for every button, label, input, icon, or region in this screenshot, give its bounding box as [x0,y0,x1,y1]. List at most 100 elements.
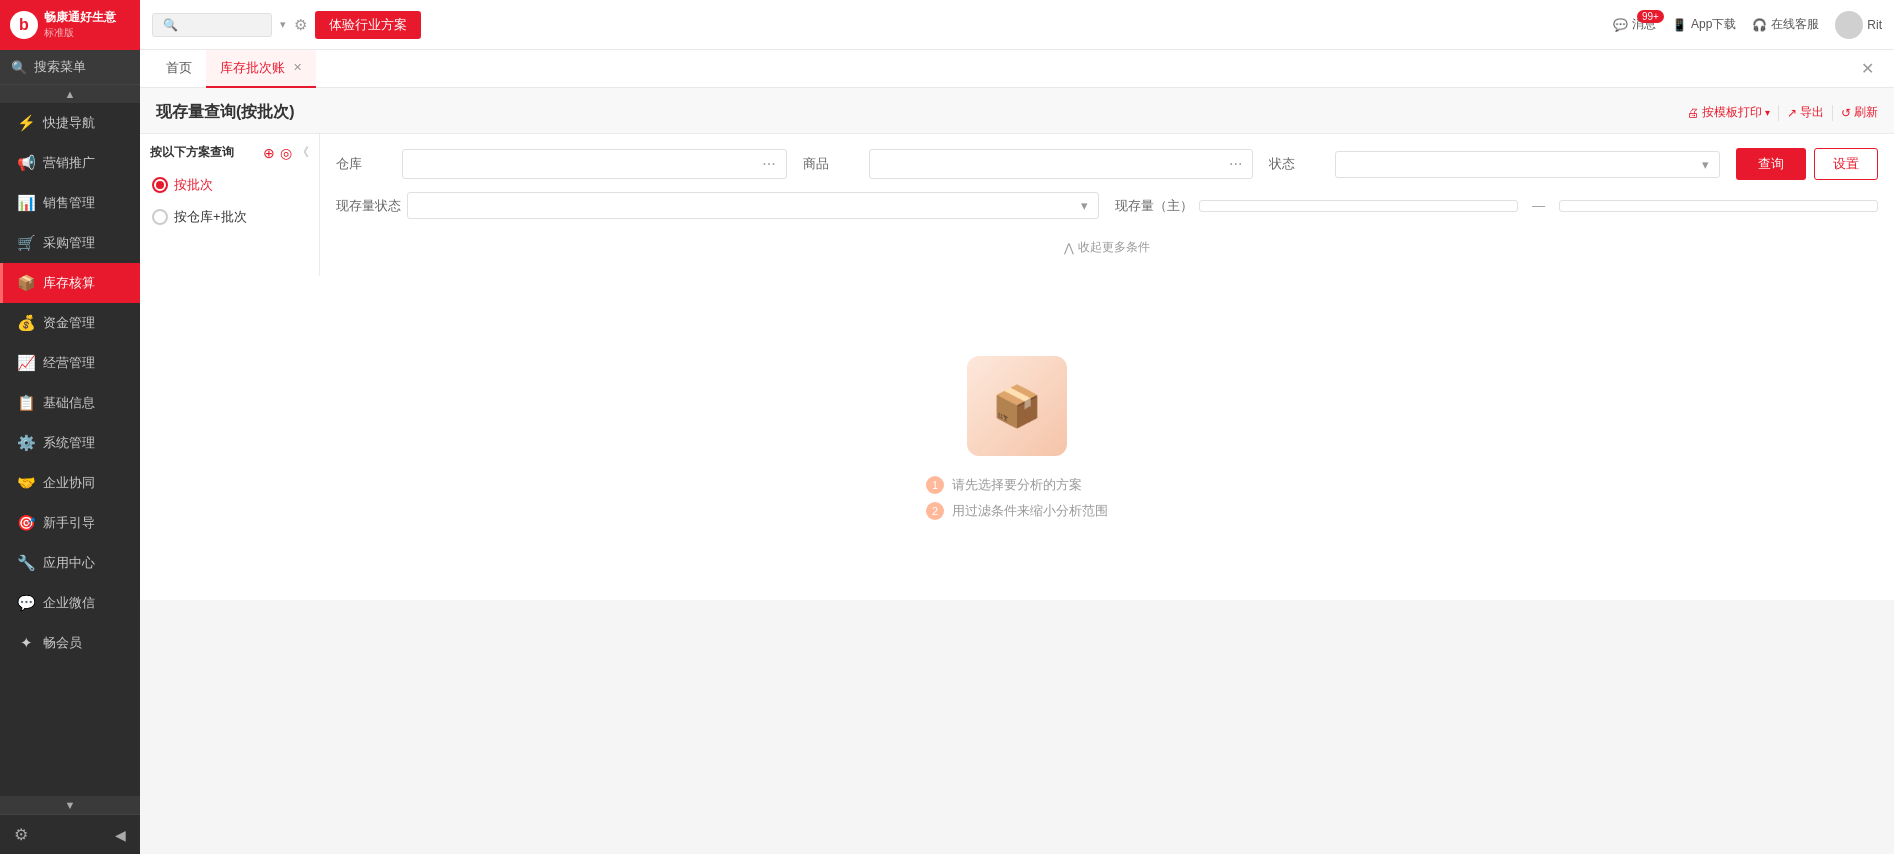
collapse-icon[interactable]: ◀ [115,827,126,843]
tip-text-1: 请先选择要分析的方案 [952,476,1082,494]
sidebar-item-newbie[interactable]: 🎯 新手引导 [0,503,140,543]
scheme-settings-icon[interactable]: ◎ [280,145,292,161]
scheme-item-by-batch[interactable]: 按批次 [140,169,319,201]
avatar [1835,11,1863,39]
tab-inventory-batch-label: 库存批次账 [220,59,285,77]
page-content: 现存量查询(按批次) 🖨 按模板打印 ▾ ↗ 导出 ↺ 刷 [140,88,1894,854]
sidebar-item-marketing[interactable]: 📢 营销推广 [0,143,140,183]
app-center-label: 应用中心 [43,554,95,572]
sidebar: b 畅康通好生意 标准版 🔍 搜索菜单 ▲ ⚡ 快捷导航 📢 营销推广 📊 销售… [0,0,140,854]
sidebar-item-app-center[interactable]: 🔧 应用中心 [0,543,140,583]
sidebar-item-basic-info[interactable]: 📋 基础信息 [0,383,140,423]
sidebar-nav: ⚡ 快捷导航 📢 营销推广 📊 销售管理 🛒 采购管理 📦 库存核算 💰 资金管… [0,103,140,796]
marketing-icon: 📢 [17,154,35,172]
scheme-panel-header: 按以下方案查询 ⊕ ◎ 《 [140,144,319,169]
sidebar-item-inventory[interactable]: 📦 库存核算 [0,263,140,303]
operations-icon: 📈 [17,354,35,372]
app-download-button[interactable]: 📱 App下载 [1672,16,1736,33]
sidebar-item-finance[interactable]: 💰 资金管理 [0,303,140,343]
collapse-more-button[interactable]: ⋀ 收起更多条件 [336,231,1878,262]
tip-num-1: 1 [926,476,944,494]
settings-button[interactable]: 设置 [1814,148,1878,180]
user-avatar-button[interactable]: Rit [1835,11,1882,39]
warehouse-dots[interactable]: ··· [762,155,775,173]
sidebar-item-purchase[interactable]: 🛒 采购管理 [0,223,140,263]
scheme-collapse-icon[interactable]: 《 [297,144,309,161]
scheme-item-by-warehouse-batch[interactable]: 按仓库+批次 [140,201,319,233]
scheme-panel: 按以下方案查询 ⊕ ◎ 《 按批次 按仓库+批次 [140,134,320,276]
page-actions: 🖨 按模板打印 ▾ ↗ 导出 ↺ 刷新 [1687,104,1878,121]
purchase-icon: 🛒 [17,234,35,252]
tab-home[interactable]: 首页 [152,50,206,88]
sales-label: 销售管理 [43,194,95,212]
stock-qty-label: 现存量（主） [1115,197,1193,215]
sales-icon: 📊 [17,194,35,212]
goods-dots[interactable]: ··· [1229,155,1242,173]
goods-input[interactable]: ··· [869,149,1254,179]
scroll-up-button[interactable]: ▲ [0,85,140,103]
search-menu-item[interactable]: 🔍 搜索菜单 [0,50,140,85]
stock-qty-to[interactable] [1559,200,1878,212]
quick-nav-icon: ⚡ [17,114,35,132]
sidebar-item-system[interactable]: ⚙️ 系统管理 [0,423,140,463]
sidebar-item-enterprise-wechat[interactable]: 💬 企业微信 [0,583,140,623]
stock-status-label: 现存量状态 [336,197,401,215]
tab-close-panel-icon[interactable]: ✕ [1853,59,1882,78]
empty-state: 📦 1 请先选择要分析的方案 2 用过滤条件来缩小分析范围 [140,276,1894,600]
search-menu-label: 搜索菜单 [34,58,86,76]
experience-button[interactable]: 体验行业方案 [315,11,421,39]
scheme-add-icon[interactable]: ⊕ [263,145,275,161]
filter-actions: 查询 设置 [1736,148,1878,180]
sidebar-item-vip[interactable]: ✦ 畅会员 [0,623,140,663]
main-area: 🔍 ▾ ⚙ 体验行业方案 💬 消息 99+ 📱 App下载 🎧 在线客服 Rit [140,0,1894,854]
status-label: 状态 [1269,155,1329,173]
goods-field: 商品 ··· [803,149,1254,179]
vip-label: 畅会员 [43,634,82,652]
edition-label: 标准版 [44,26,116,40]
empty-tip-1: 1 请先选择要分析的方案 [926,476,1108,494]
enterprise-label: 企业协同 [43,474,95,492]
sidebar-item-enterprise[interactable]: 🤝 企业协同 [0,463,140,503]
print-button[interactable]: 🖨 按模板打印 ▾ [1687,104,1770,121]
scheme-panel-title: 按以下方案查询 [150,144,234,161]
online-service-button[interactable]: 🎧 在线客服 [1752,16,1819,33]
stock-qty-from[interactable] [1199,200,1518,212]
sidebar-item-sales[interactable]: 📊 销售管理 [0,183,140,223]
page-title: 现存量查询(按批次) [156,102,295,123]
refresh-button[interactable]: ↺ 刷新 [1841,104,1878,121]
collapse-more-label: 收起更多条件 [1078,239,1150,256]
app-download-icon: 📱 [1672,18,1687,32]
export-button[interactable]: ↗ 导出 [1787,104,1824,121]
sidebar-title-wrap: 畅康通好生意 标准版 [44,10,116,40]
filter-form: 仓库 ··· 商品 ··· [320,134,1894,276]
topbar-gear-icon[interactable]: ⚙ [294,16,307,34]
app-logo: b [10,11,38,39]
topbar-chevron-icon[interactable]: ▾ [280,18,286,31]
sidebar-item-operations[interactable]: 📈 经营管理 [0,343,140,383]
online-service-label: 在线客服 [1771,16,1819,33]
export-icon: ↗ [1787,106,1797,120]
scroll-down-button[interactable]: ▼ [0,796,140,814]
page-panel: 现存量查询(按批次) 🖨 按模板打印 ▾ ↗ 导出 ↺ 刷 [140,88,1894,600]
status-select[interactable]: ▾ [1335,151,1720,178]
topbar-actions: 💬 消息 99+ 📱 App下载 🎧 在线客服 Rit [1613,11,1882,39]
quick-nav-label: 快捷导航 [43,114,95,132]
stock-status-select[interactable]: ▾ [407,192,1099,219]
print-icon: 🖨 [1687,106,1699,120]
messages-badge: 99+ [1637,10,1664,23]
export-label: 导出 [1800,104,1824,121]
refresh-icon: ↺ [1841,106,1851,120]
scheme-item-by-warehouse-batch-label: 按仓库+批次 [174,208,247,226]
collapse-up-icon: ⋀ [1064,241,1074,255]
topbar-search-box[interactable]: 🔍 [152,13,272,37]
messages-icon: 💬 [1613,18,1628,32]
sidebar-item-quick-nav[interactable]: ⚡ 快捷导航 [0,103,140,143]
query-button[interactable]: 查询 [1736,148,1806,180]
settings-icon[interactable]: ⚙ [14,825,28,844]
messages-button[interactable]: 💬 消息 99+ [1613,16,1656,33]
tab-inventory-batch[interactable]: 库存批次账 ✕ [206,50,316,88]
warehouse-input[interactable]: ··· [402,149,787,179]
tab-close-icon[interactable]: ✕ [293,61,302,74]
newbie-label: 新手引导 [43,514,95,532]
newbie-icon: 🎯 [17,514,35,532]
